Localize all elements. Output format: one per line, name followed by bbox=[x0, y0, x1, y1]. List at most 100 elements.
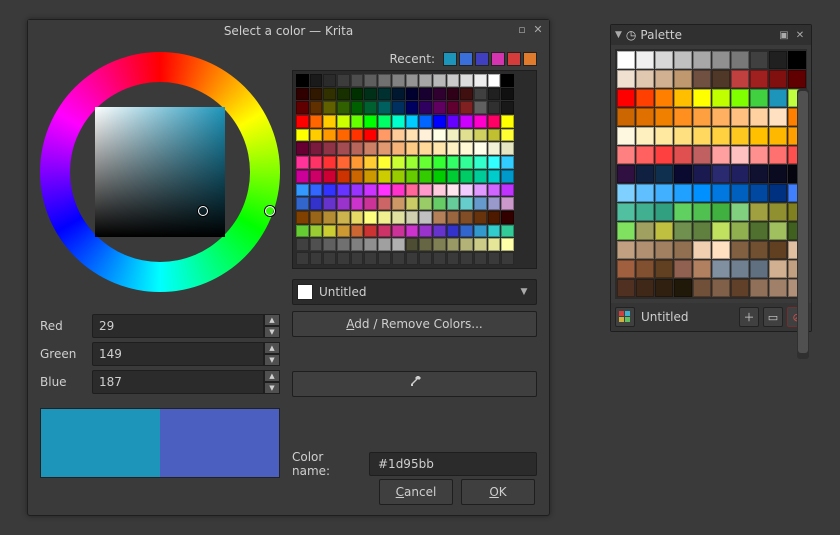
swatch[interactable] bbox=[392, 101, 405, 114]
swatch[interactable] bbox=[392, 115, 405, 128]
palette-swatch[interactable] bbox=[693, 127, 711, 145]
swatch[interactable] bbox=[296, 197, 309, 210]
swatch[interactable] bbox=[323, 252, 336, 265]
palette-swatch[interactable] bbox=[750, 222, 768, 240]
palette-swatch[interactable] bbox=[769, 279, 787, 297]
swatch[interactable] bbox=[474, 88, 487, 101]
swatch[interactable] bbox=[447, 184, 460, 197]
swatch[interactable] bbox=[364, 184, 377, 197]
swatch[interactable] bbox=[406, 211, 419, 224]
palette-swatch[interactable] bbox=[636, 184, 654, 202]
palette-swatch[interactable] bbox=[655, 279, 673, 297]
palette-swatch[interactable] bbox=[674, 279, 692, 297]
cancel-button[interactable]: Cancel bbox=[379, 479, 453, 505]
palette-swatch[interactable] bbox=[712, 70, 730, 88]
palette-swatch[interactable] bbox=[750, 51, 768, 69]
swatch[interactable] bbox=[364, 238, 377, 251]
palette-swatch[interactable] bbox=[769, 203, 787, 221]
swatch[interactable] bbox=[433, 88, 446, 101]
swatch[interactable] bbox=[337, 88, 350, 101]
swatch[interactable] bbox=[323, 115, 336, 128]
swatch[interactable] bbox=[296, 252, 309, 265]
swatch[interactable] bbox=[364, 170, 377, 183]
swatch[interactable] bbox=[474, 225, 487, 238]
swatch[interactable] bbox=[433, 156, 446, 169]
swatch[interactable] bbox=[419, 74, 432, 87]
scroll-thumb[interactable] bbox=[798, 91, 808, 353]
green-down-icon[interactable]: ▼ bbox=[264, 354, 280, 366]
palette-swatch[interactable] bbox=[617, 70, 635, 88]
palette-swatch[interactable] bbox=[674, 89, 692, 107]
swatch[interactable] bbox=[310, 88, 323, 101]
swatch[interactable] bbox=[460, 101, 473, 114]
titlebar[interactable]: Select a color — Krita ▫ ✕ bbox=[28, 20, 549, 42]
palette-swatch[interactable] bbox=[655, 89, 673, 107]
palette-swatch[interactable] bbox=[636, 279, 654, 297]
swatch[interactable] bbox=[310, 197, 323, 210]
palette-swatch[interactable] bbox=[693, 108, 711, 126]
swatch[interactable] bbox=[460, 74, 473, 87]
palette-swatch[interactable] bbox=[750, 89, 768, 107]
swatch[interactable] bbox=[474, 142, 487, 155]
swatch[interactable] bbox=[488, 252, 501, 265]
palette-swatch[interactable] bbox=[674, 146, 692, 164]
swatch[interactable] bbox=[323, 74, 336, 87]
palette-swatch[interactable] bbox=[693, 279, 711, 297]
palette-swatch[interactable] bbox=[674, 222, 692, 240]
swatch[interactable] bbox=[433, 184, 446, 197]
palette-swatch[interactable] bbox=[769, 260, 787, 278]
swatch[interactable] bbox=[460, 129, 473, 142]
swatch[interactable] bbox=[351, 211, 364, 224]
palette-swatch[interactable] bbox=[636, 165, 654, 183]
maximize-icon[interactable]: ▫ bbox=[515, 23, 529, 37]
swatch[interactable] bbox=[392, 184, 405, 197]
palette-swatch[interactable] bbox=[712, 165, 730, 183]
swatch[interactable] bbox=[337, 115, 350, 128]
palette-titlebar[interactable]: ▼ ◷ Palette ▣ ✕ bbox=[611, 25, 811, 45]
palette-swatch[interactable] bbox=[731, 279, 749, 297]
palette-swatch[interactable] bbox=[750, 203, 768, 221]
swatch[interactable] bbox=[378, 74, 391, 87]
palette-swatch[interactable] bbox=[712, 51, 730, 69]
swatch[interactable] bbox=[474, 129, 487, 142]
palette-swatch[interactable] bbox=[617, 260, 635, 278]
swatch[interactable] bbox=[296, 211, 309, 224]
swatch[interactable] bbox=[419, 211, 432, 224]
palette-swatch[interactable] bbox=[712, 203, 730, 221]
swatch[interactable] bbox=[296, 115, 309, 128]
green-input[interactable] bbox=[92, 342, 264, 366]
swatch[interactable] bbox=[351, 238, 364, 251]
swatch[interactable] bbox=[460, 156, 473, 169]
swatch[interactable] bbox=[501, 74, 514, 87]
swatch[interactable] bbox=[488, 129, 501, 142]
swatch[interactable] bbox=[378, 184, 391, 197]
swatch[interactable] bbox=[460, 88, 473, 101]
palette-swatch[interactable] bbox=[674, 184, 692, 202]
swatch[interactable] bbox=[406, 74, 419, 87]
swatch[interactable] bbox=[501, 156, 514, 169]
swatch[interactable] bbox=[406, 170, 419, 183]
palette-swatch[interactable] bbox=[636, 222, 654, 240]
palette-swatch[interactable] bbox=[655, 222, 673, 240]
swatch[interactable] bbox=[488, 74, 501, 87]
palette-list-icon[interactable] bbox=[615, 307, 635, 327]
swatch[interactable] bbox=[378, 115, 391, 128]
swatch-grid[interactable] bbox=[292, 70, 537, 269]
swatch[interactable] bbox=[323, 101, 336, 114]
swatch[interactable] bbox=[378, 156, 391, 169]
swatch[interactable] bbox=[351, 225, 364, 238]
palette-swatch[interactable] bbox=[769, 146, 787, 164]
palette-swatch[interactable] bbox=[712, 89, 730, 107]
palette-swatch[interactable] bbox=[617, 184, 635, 202]
palette-swatch[interactable] bbox=[636, 260, 654, 278]
swatch[interactable] bbox=[378, 225, 391, 238]
swatch[interactable] bbox=[378, 101, 391, 114]
swatch[interactable] bbox=[474, 74, 487, 87]
palette-swatch[interactable] bbox=[712, 108, 730, 126]
palette-swatch[interactable] bbox=[655, 108, 673, 126]
swatch[interactable] bbox=[364, 101, 377, 114]
swatch[interactable] bbox=[323, 142, 336, 155]
swatch[interactable] bbox=[447, 197, 460, 210]
swatch[interactable] bbox=[433, 225, 446, 238]
palette-swatch[interactable] bbox=[788, 51, 806, 69]
